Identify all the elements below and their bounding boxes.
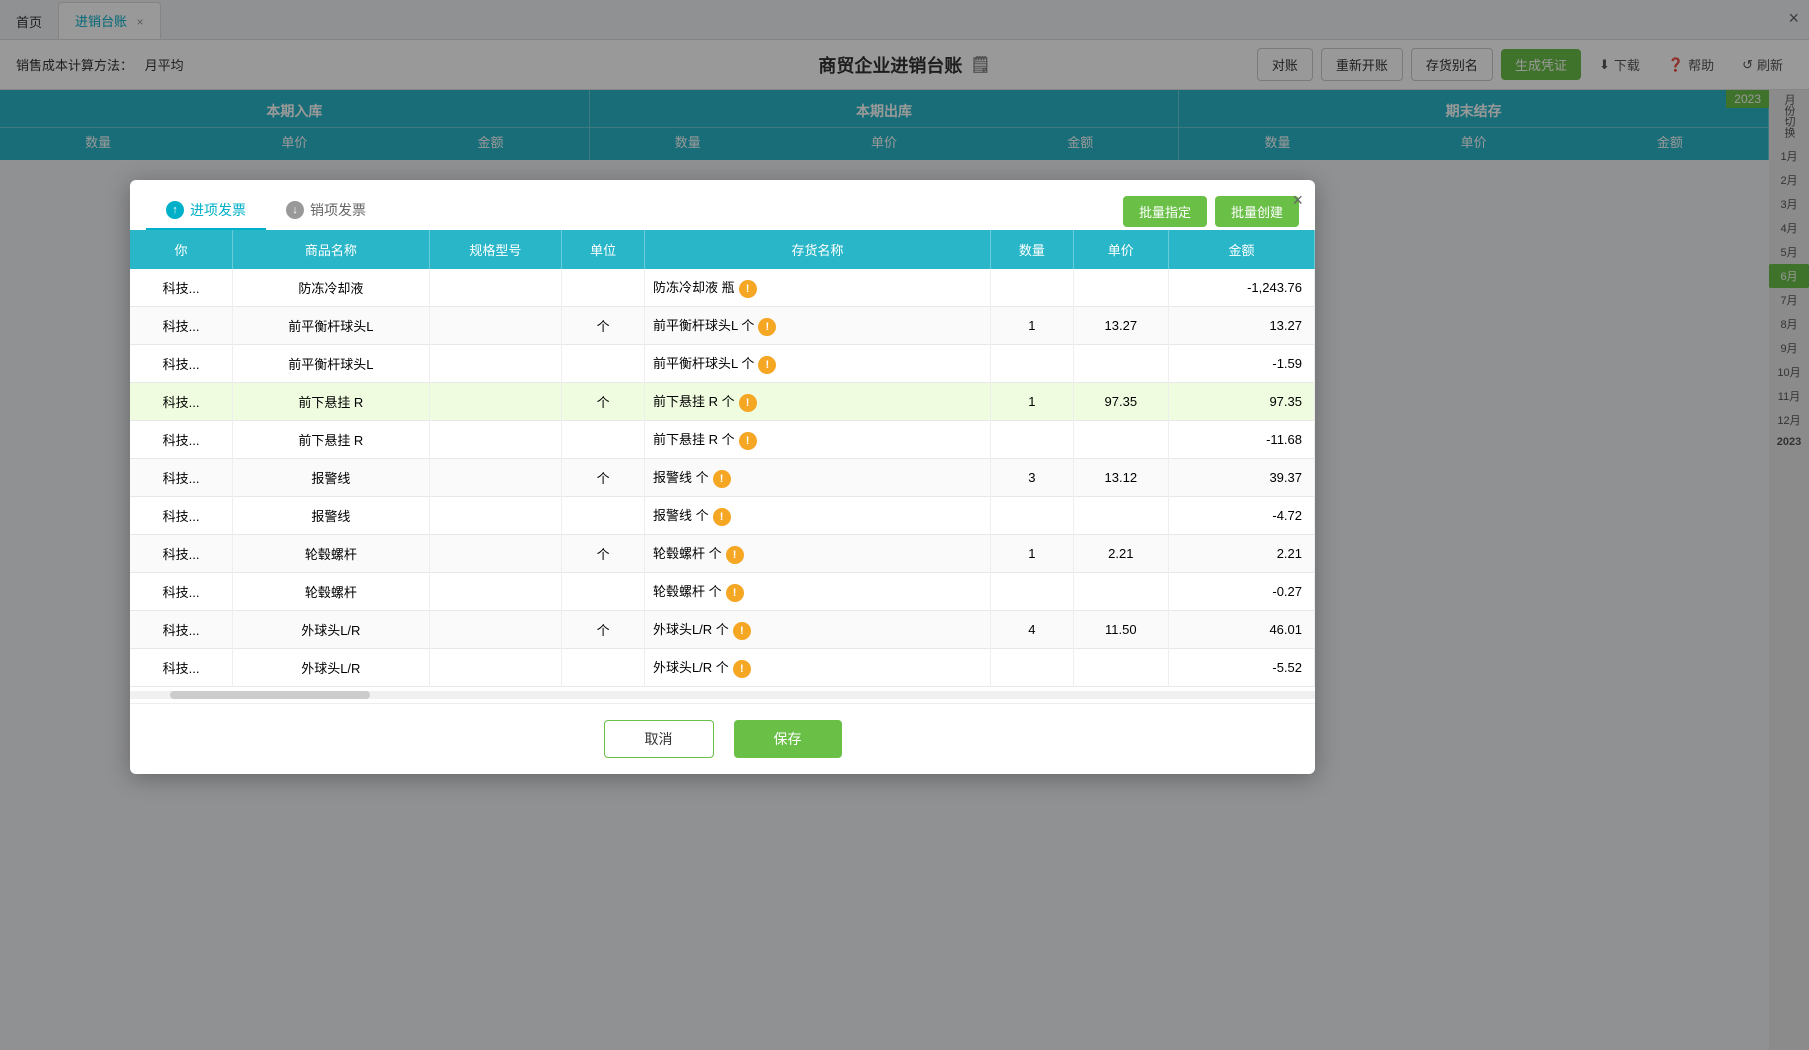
save-button[interactable]: 保存 xyxy=(734,720,842,758)
warning-icon: ! xyxy=(733,622,751,640)
modal-action-buttons: 批量指定 批量创建 xyxy=(1123,196,1299,227)
invoice-table: 你 商品名称 规格型号 单位 存货名称 数量 单价 金额 科技...防冻冷却液防… xyxy=(130,230,1315,687)
table-row: 科技...报警线个报警线 个!313.1239.37 xyxy=(130,459,1315,497)
col-header-0: 你 xyxy=(130,230,233,269)
scroll-thumb[interactable] xyxy=(170,691,370,699)
warning-icon: ! xyxy=(758,356,776,374)
modal-table-wrapper: 你 商品名称 规格型号 单位 存货名称 数量 单价 金额 科技...防冻冷却液防… xyxy=(130,230,1315,687)
col-header-6: 单价 xyxy=(1073,230,1168,269)
col-header-7: 金额 xyxy=(1168,230,1314,269)
col-header-2: 规格型号 xyxy=(429,230,562,269)
warning-icon: ! xyxy=(758,318,776,336)
table-row: 科技...轮毂螺杆个轮毂螺杆 个!12.212.21 xyxy=(130,535,1315,573)
batch-assign-button[interactable]: 批量指定 xyxy=(1123,196,1207,227)
warning-icon: ! xyxy=(713,508,731,526)
col-header-1: 商品名称 xyxy=(233,230,430,269)
warning-icon: ! xyxy=(739,280,757,298)
outgoing-tab-icon: ↓ xyxy=(286,201,304,219)
warning-icon: ! xyxy=(733,660,751,678)
warning-icon: ! xyxy=(726,546,744,564)
table-row: 科技...前平衡杆球头L个前平衡杆球头L 个!113.2713.27 xyxy=(130,307,1315,345)
batch-create-button[interactable]: 批量创建 xyxy=(1215,196,1299,227)
modal-close-button[interactable]: × xyxy=(1292,190,1303,211)
table-row: 科技...外球头L/R外球头L/R 个!-5.52 xyxy=(130,649,1315,687)
tab-outgoing-invoice[interactable]: ↓ 销项发票 xyxy=(266,192,386,230)
warning-icon: ! xyxy=(739,394,757,412)
col-header-4: 存货名称 xyxy=(644,230,990,269)
table-row: 科技...前平衡杆球头L前平衡杆球头L 个!-1.59 xyxy=(130,345,1315,383)
warning-icon: ! xyxy=(726,584,744,602)
cancel-button[interactable]: 取消 xyxy=(604,720,714,758)
incoming-tab-icon: ↑ xyxy=(166,201,184,219)
table-row: 科技...轮毂螺杆轮毂螺杆 个!-0.27 xyxy=(130,573,1315,611)
table-row: 科技...防冻冷却液防冻冷却液 瓶!-1,243.76 xyxy=(130,269,1315,307)
modal-tabs: ↑ 进项发票 ↓ 销项发票 xyxy=(146,192,386,230)
col-header-5: 数量 xyxy=(991,230,1074,269)
tab-incoming-invoice[interactable]: ↑ 进项发票 xyxy=(146,192,266,230)
table-row: 科技...外球头L/R个外球头L/R 个!411.5046.01 xyxy=(130,611,1315,649)
table-row: 科技...前下悬挂 R个前下悬挂 R 个!197.3597.35 xyxy=(130,383,1315,421)
modal-dialog: ↑ 进项发票 ↓ 销项发票 批量指定 批量创建 × 你 商品名称 规格型号 单位… xyxy=(130,180,1315,774)
horizontal-scrollbar[interactable] xyxy=(130,691,1315,699)
modal-footer: 取消 保存 xyxy=(130,703,1315,774)
col-header-3: 单位 xyxy=(562,230,645,269)
warning-icon: ! xyxy=(739,432,757,450)
warning-icon: ! xyxy=(713,470,731,488)
table-row: 科技...前下悬挂 R前下悬挂 R 个!-11.68 xyxy=(130,421,1315,459)
modal-header: ↑ 进项发票 ↓ 销项发票 批量指定 批量创建 × xyxy=(130,180,1315,230)
table-row: 科技...报警线报警线 个!-4.72 xyxy=(130,497,1315,535)
